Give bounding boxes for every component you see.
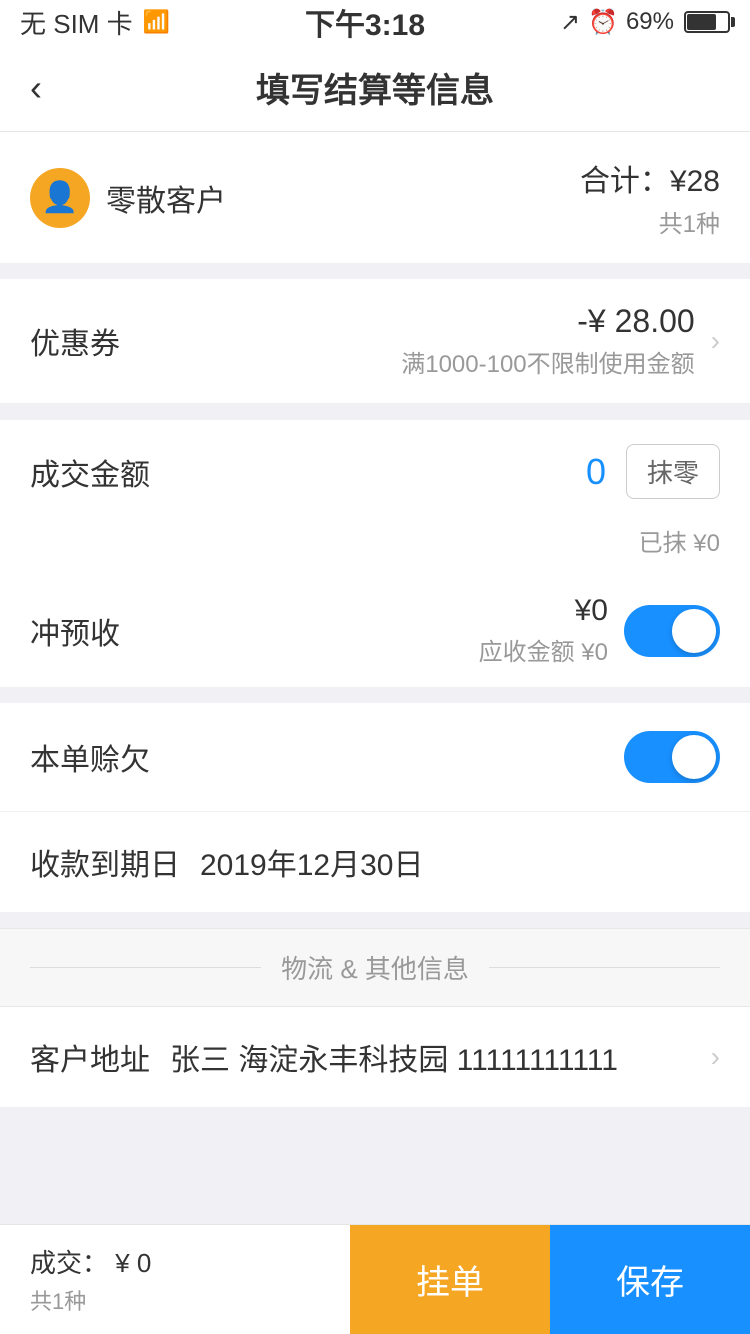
deal-sub-label: 已抹 ¥0 <box>0 523 750 574</box>
debt-toggle[interactable] <box>624 731 720 783</box>
prepay-sub: 应收金额 ¥0 <box>479 632 608 667</box>
battery-icon <box>684 11 730 33</box>
coupon-right: -¥ 28.00 满1000-100不限制使用金额 › <box>401 303 720 379</box>
prepay-amount: ¥0 <box>479 594 608 628</box>
debt-label: 本单赊欠 <box>30 735 150 779</box>
address-value: 张三 海淀永丰科技园 11111111111 <box>170 1035 711 1079</box>
debt-row: 本单赊欠 <box>0 703 750 811</box>
bottom-bar: 成交： ¥ 0 共1种 挂单 保存 <box>0 1224 750 1334</box>
bottom-deal-label: 成交： ¥ 0 <box>30 1243 320 1280</box>
location-icon: ↗ <box>560 8 580 37</box>
divider-line-left <box>30 967 261 968</box>
coupon-label: 优惠券 <box>30 319 120 363</box>
bottom-info: 成交： ¥ 0 共1种 <box>0 1243 350 1316</box>
prepay-toggle[interactable] <box>624 605 720 657</box>
deal-amount-row: 成交金额 0 抹零 <box>0 420 750 523</box>
deal-value[interactable]: 0 <box>586 451 606 493</box>
status-left: 无 SIM 卡 📶 <box>20 4 170 41</box>
status-bar: 无 SIM 卡 📶 下午3:18 ↗ ⏰ 69% <box>0 0 750 44</box>
bottom-buttons: 挂单 保存 <box>350 1225 750 1334</box>
wifi-icon: 📶 <box>143 9 170 35</box>
due-date-value: 2019年12月30日 <box>200 840 423 884</box>
customer-name: 零散客户 <box>106 176 226 220</box>
due-date-label: 收款到期日 <box>30 840 180 884</box>
section-divider-1 <box>0 404 750 420</box>
battery-fill <box>687 14 716 30</box>
prepay-row: 冲预收 ¥0 应收金额 ¥0 <box>0 574 750 687</box>
avatar-icon: 👤 <box>41 180 78 215</box>
logistics-header: 物流 & 其他信息 <box>0 928 750 1007</box>
address-chevron-icon: › <box>711 1041 720 1073</box>
coupon-value: -¥ 28.00 满1000-100不限制使用金额 <box>401 303 694 379</box>
prepay-label: 冲预收 <box>30 609 120 653</box>
save-button[interactable]: 保存 <box>550 1225 750 1334</box>
battery-percent: 69% <box>626 8 674 36</box>
round-zero-button[interactable]: 抹零 <box>626 444 720 499</box>
avatar: 👤 <box>30 168 90 228</box>
no-sim-label: 无 SIM 卡 <box>20 4 133 41</box>
customer-left: 👤 零散客户 <box>30 168 226 228</box>
total-count: 共1种 <box>580 204 720 239</box>
section-divider-2 <box>0 687 750 703</box>
status-time: 下午3:18 <box>305 0 425 44</box>
alarm-icon: ⏰ <box>588 8 618 37</box>
coupon-discount: -¥ 28.00 <box>401 303 694 340</box>
customer-row: 👤 零散客户 合计：¥28 共1种 <box>0 132 750 263</box>
deal-right: 0 抹零 <box>586 444 720 499</box>
bottom-count: 共1种 <box>30 1284 320 1316</box>
logistics-title: 物流 & 其他信息 <box>281 949 469 986</box>
address-label: 客户地址 <box>30 1035 150 1079</box>
coupon-desc: 满1000-100不限制使用金额 <box>401 344 694 379</box>
coupon-row[interactable]: 优惠券 -¥ 28.00 满1000-100不限制使用金额 › <box>0 279 750 404</box>
toggle-knob <box>672 609 716 653</box>
customer-total: 合计：¥28 共1种 <box>580 156 720 239</box>
main-content: 👤 零散客户 合计：¥28 共1种 优惠券 -¥ 28.00 满1000-100… <box>0 132 750 1227</box>
page-title: 填写结算等信息 <box>256 63 494 112</box>
bottom-deal-amount: ¥ 0 <box>115 1248 151 1278</box>
divider-line-right <box>489 967 720 968</box>
back-button[interactable]: ‹ <box>30 67 42 109</box>
address-row[interactable]: 客户地址 张三 海淀永丰科技园 11111111111 › <box>0 1007 750 1107</box>
deal-amount-label: 成交金额 <box>30 450 150 494</box>
debt-toggle-knob <box>672 735 716 779</box>
prepay-right: ¥0 应收金额 ¥0 <box>479 594 720 667</box>
suspend-button[interactable]: 挂单 <box>350 1225 550 1334</box>
status-right: ↗ ⏰ 69% <box>560 8 730 37</box>
prepay-info: ¥0 应收金额 ¥0 <box>479 594 608 667</box>
due-date-row[interactable]: 收款到期日 2019年12月30日 <box>0 811 750 912</box>
bottom-deal-text: 成交： <box>30 1248 108 1278</box>
nav-bar: ‹ 填写结算等信息 <box>0 44 750 132</box>
total-amount: 合计：¥28 <box>580 156 720 200</box>
section-divider-3 <box>0 912 750 928</box>
chevron-right-icon: › <box>711 325 720 357</box>
